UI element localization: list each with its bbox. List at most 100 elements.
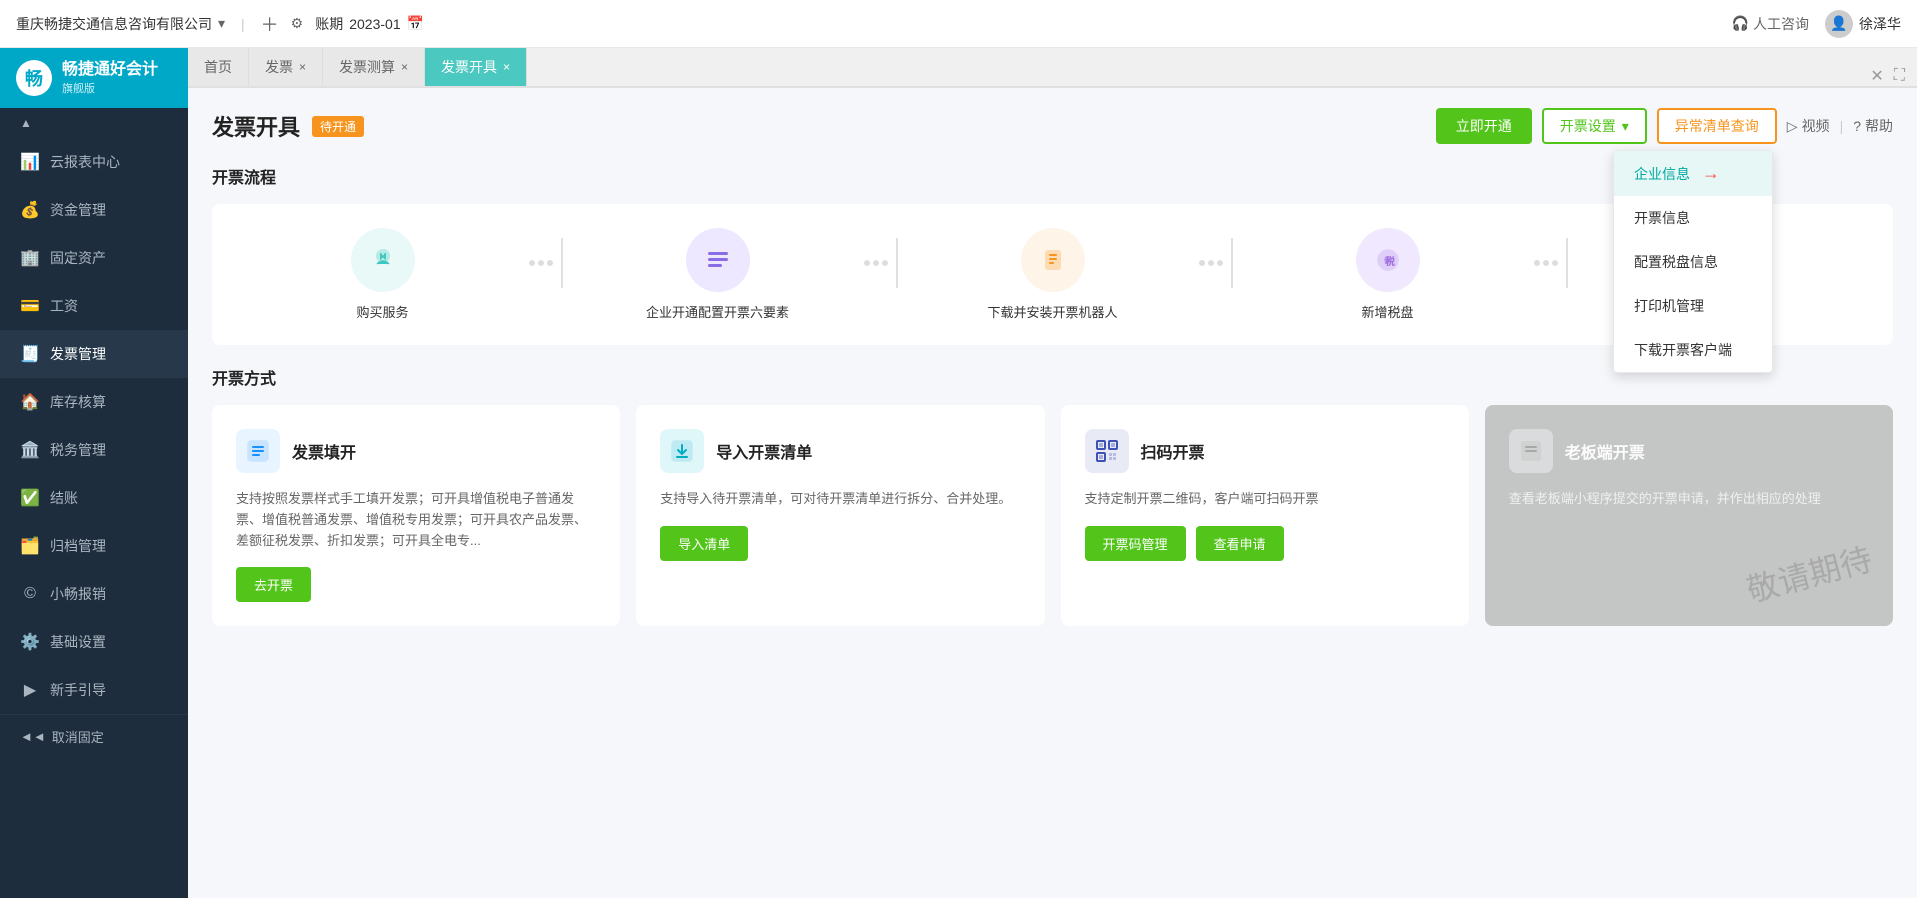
consult-label: 人工咨询: [1753, 14, 1809, 34]
company-name[interactable]: 重庆畅捷交通信息咨询有限公司 ▾: [16, 14, 225, 34]
logo-icon: 畅: [16, 60, 52, 96]
salary-icon: 💳: [20, 296, 40, 316]
sidebar: 畅 畅捷通好会计 旗舰版 ▲ 📊 云报表中心 💰 资金管理 🏢 固定资产 💳 工…: [0, 48, 188, 898]
sidebar-item-tax[interactable]: 🏛️ 税务管理: [0, 426, 188, 474]
flow-dots-2: [864, 260, 888, 266]
sidebar-item-salary[interactable]: 💳 工资: [0, 282, 188, 330]
guide-icon: ▶: [20, 680, 40, 700]
settings-dropdown-menu: 企业信息 → 开票信息 配置税盘信息 打印机管理 下: [1613, 150, 1773, 373]
sidebar-item-invoice[interactable]: 🧾 发票管理: [0, 330, 188, 378]
dropdown-item-invoice-info[interactable]: 开票信息: [1614, 196, 1772, 240]
sidebar-label-salary: 工资: [50, 296, 78, 316]
flow-dots-4: [1534, 260, 1558, 266]
settings-button-label: 开票设置: [1560, 116, 1616, 136]
download-icon: [1021, 228, 1085, 292]
expand-button[interactable]: ⛶: [1894, 67, 1905, 85]
view-apply-button[interactable]: 查看申请: [1196, 526, 1284, 561]
company-text: 重庆畅捷交通信息咨询有限公司: [16, 14, 212, 34]
sidebar-item-archive[interactable]: 🗂️ 归档管理: [0, 522, 188, 570]
buy-service-icon: [351, 228, 415, 292]
dropdown-item-tax-config[interactable]: 配置税盘信息: [1614, 240, 1772, 284]
activate-button[interactable]: 立即开通: [1436, 108, 1532, 144]
settings-dropdown-button[interactable]: 开票设置 ▾: [1542, 108, 1647, 144]
fill-actions: 去开票: [236, 567, 596, 602]
import-list-button[interactable]: 导入清单: [660, 526, 748, 561]
sidebar-label-archive: 归档管理: [50, 536, 106, 556]
sidebar-item-inventory[interactable]: 🏠 库存核算: [0, 378, 188, 426]
sidebar-item-fixed-assets[interactable]: 🏢 固定资产: [0, 234, 188, 282]
sidebar-item-settle[interactable]: ✅ 结账: [0, 474, 188, 522]
watermark-text: 敬请期待: [1741, 535, 1877, 613]
separator-bar: |: [1840, 118, 1844, 134]
close-window-button[interactable]: ✕: [1870, 66, 1883, 86]
top-bar-right: 🎧 人工咨询 👤 徐泽华: [1732, 10, 1901, 38]
scan-icon: [1085, 429, 1129, 473]
sidebar-item-report[interactable]: © 小畅报销: [0, 570, 188, 618]
import-desc: 支持导入待开票清单，可对待开票清单进行拆分、合并处理。: [660, 489, 1020, 510]
fill-icon: [236, 429, 280, 473]
tab-invoice[interactable]: 发票 ×: [249, 48, 323, 86]
page-title-row: 发票开具 待开通: [212, 110, 364, 142]
method-card-fill: 发票填开 支持按照发票样式手工填开发票；可开具增值税电子普通发票、增值税普通发票…: [212, 405, 620, 626]
go-invoice-fill-button[interactable]: 去开票: [236, 567, 311, 602]
cloud-report-icon: 📊: [20, 152, 40, 172]
chevron-down-icon: ▾: [218, 15, 225, 32]
logo-text-block: 畅捷通好会计 旗舰版: [62, 60, 158, 95]
sidebar-label-tax: 税务管理: [50, 440, 106, 460]
period-value: 2023-01: [349, 16, 400, 32]
flow-divider-2: [896, 238, 898, 288]
tab-invoice-open-label: 发票开具: [441, 57, 497, 77]
user-info[interactable]: 👤 徐泽华: [1825, 10, 1901, 38]
sidebar-item-cloud-report[interactable]: 📊 云报表中心: [0, 138, 188, 186]
method-card-import: 导入开票清单 支持导入待开票清单，可对待开票清单进行拆分、合并处理。 导入清单: [636, 405, 1044, 626]
tab-invoice-open[interactable]: 发票开具 ×: [425, 48, 527, 86]
flow-step-buy: 购买服务: [236, 228, 529, 321]
tab-home[interactable]: 首页: [188, 48, 249, 86]
archive-icon: 🗂️: [20, 536, 40, 556]
import-title: 导入开票清单: [716, 439, 812, 463]
sidebar-scroll-up[interactable]: ▲: [0, 108, 188, 138]
scan-title: 扫码开票: [1141, 439, 1205, 463]
logo-sub: 旗舰版: [62, 80, 158, 96]
sidebar-label-fixed-assets: 固定资产: [50, 248, 106, 268]
dropdown-item-download-client[interactable]: 下载开票客户端: [1614, 328, 1772, 372]
qr-manage-button[interactable]: 开票码管理: [1085, 526, 1186, 561]
tab-bar: 首页 发票 × 发票测算 × 发票开具 × ✕ ⛶: [188, 48, 1917, 88]
status-badge: 待开通: [312, 116, 364, 137]
top-bar: 重庆畅捷交通信息咨询有限公司 ▾ | ＋ ⚙ 账期 2023-01 📅 🎧 人工…: [0, 0, 1917, 48]
config-icon: [686, 228, 750, 292]
download-label: 下载并安装开票机器人: [987, 302, 1117, 321]
calendar-icon[interactable]: 📅: [407, 15, 424, 32]
download-client-label: 下载开票客户端: [1634, 342, 1732, 358]
flow-step-download: 下载并安装开票机器人: [906, 228, 1199, 321]
help-button[interactable]: ? 帮助: [1853, 116, 1893, 136]
flow-dots-1: [529, 260, 553, 266]
tab-invoice-calc-close[interactable]: ×: [401, 60, 408, 74]
cancel-fixed-icon: ◄◄: [20, 729, 46, 744]
consult-button[interactable]: 🎧 人工咨询: [1732, 14, 1809, 34]
sidebar-item-basic[interactable]: ⚙️ 基础设置: [0, 618, 188, 666]
tab-invoice-open-close[interactable]: ×: [503, 60, 510, 74]
sidebar-label-inventory: 库存核算: [50, 392, 106, 412]
sidebar-item-capital[interactable]: 💰 资金管理: [0, 186, 188, 234]
fill-desc: 支持按照发票样式手工填开发票；可开具增值税电子普通发票、增值税普通发票、增值税专…: [236, 489, 596, 551]
sidebar-item-guide[interactable]: ▶ 新手引导: [0, 666, 188, 714]
exception-button[interactable]: 异常清单查询: [1657, 108, 1777, 144]
tab-invoice-calc[interactable]: 发票测算 ×: [323, 48, 425, 86]
sidebar-label-invoice: 发票管理: [50, 344, 106, 364]
tab-invoice-close[interactable]: ×: [299, 60, 306, 74]
cancel-fixed-button[interactable]: ◄◄ 取消固定: [0, 714, 188, 758]
play-icon: ▷: [1787, 118, 1798, 135]
settings-icon[interactable]: ⚙: [291, 15, 304, 32]
add-button[interactable]: ＋: [261, 11, 279, 37]
tax-disk-label: 新增税盘: [1361, 302, 1413, 321]
dropdown-item-printer[interactable]: 打印机管理: [1614, 284, 1772, 328]
period-display: 账期 2023-01 📅: [315, 14, 424, 34]
dropdown-item-company-info[interactable]: 企业信息 →: [1614, 151, 1772, 196]
video-button[interactable]: ▷ 视频: [1787, 116, 1830, 136]
import-icon: [660, 429, 704, 473]
import-header: 导入开票清单: [660, 429, 1020, 473]
video-label: 视频: [1802, 116, 1830, 136]
sidebar-logo: 畅 畅捷通好会计 旗舰版: [0, 48, 188, 108]
report-icon: ©: [20, 585, 40, 603]
